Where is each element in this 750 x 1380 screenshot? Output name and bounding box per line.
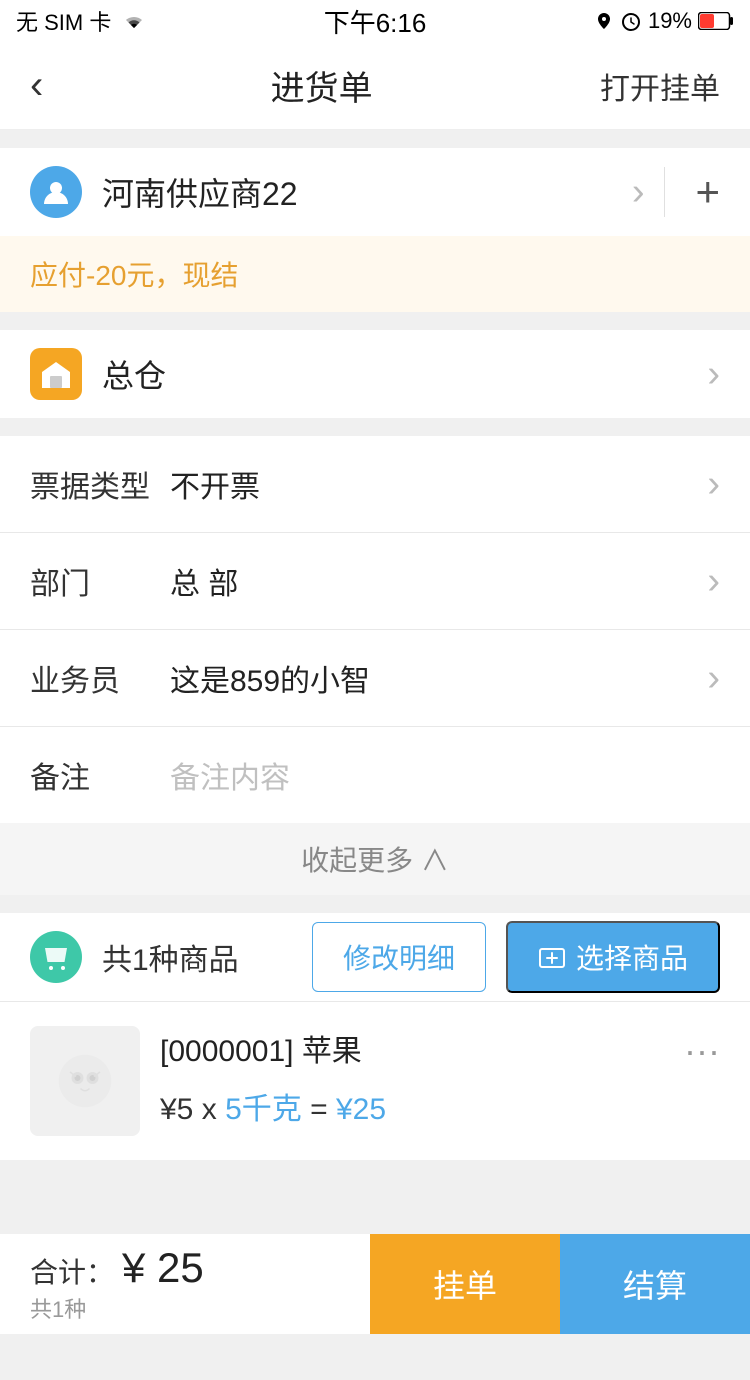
product-header: 共1种商品 修改明细 选择商品 xyxy=(0,913,750,1001)
battery-text: 19% xyxy=(648,8,692,34)
warehouse-name: 总仓 xyxy=(102,351,707,397)
product-code: [0000001] xyxy=(160,1035,293,1068)
warehouse-chevron-icon: › xyxy=(707,353,720,396)
remark-label: 备注 xyxy=(30,753,160,797)
total-line: 合计： ¥ 25 xyxy=(30,1244,340,1292)
warehouse-section: 总仓 › xyxy=(0,330,750,418)
invoice-type-row[interactable]: 票据类型 不开票 › xyxy=(0,436,750,532)
status-right: 19% xyxy=(594,8,734,34)
salesperson-label: 业务员 xyxy=(30,656,160,700)
back-button[interactable]: ‹ xyxy=(30,63,43,108)
department-label: 部门 xyxy=(30,559,160,603)
sep1 xyxy=(0,130,750,148)
divider xyxy=(664,167,665,217)
product-thumbnail xyxy=(30,1026,140,1136)
supplier-row[interactable]: 河南供应商22 › + xyxy=(0,148,750,236)
price-equals: = xyxy=(310,1093,336,1126)
total-label: 合计： xyxy=(30,1251,114,1291)
department-row[interactable]: 部门 总 部 › xyxy=(0,533,750,629)
sim-indicator: 无 SIM 卡 xyxy=(16,5,111,37)
price-times: x xyxy=(202,1093,225,1126)
bottom-bar: 合计： ¥ 25 共1种 挂单 结算 xyxy=(0,1234,750,1334)
department-chevron-icon: › xyxy=(707,560,720,603)
product-item: [0000001] 苹果 ¥5 x 5千克 = ¥25 ··· xyxy=(0,1002,750,1160)
total-amount: ¥ 25 xyxy=(122,1244,204,1292)
status-bar: 无 SIM 卡 下午6:16 19% xyxy=(0,0,750,42)
shopping-icon xyxy=(41,942,71,972)
department-value: 总 部 xyxy=(160,559,707,603)
person-icon xyxy=(40,176,72,208)
invoice-type-label: 票据类型 xyxy=(30,462,160,506)
owl-logo-icon xyxy=(55,1051,115,1111)
select-product-button[interactable]: 选择商品 xyxy=(506,921,720,993)
salesperson-row[interactable]: 业务员 这是859的小智 › xyxy=(0,630,750,726)
product-price-row: ¥5 x 5千克 = ¥25 xyxy=(160,1084,664,1128)
select-product-label: 选择商品 xyxy=(576,937,688,977)
open-hang-button[interactable]: 打开挂单 xyxy=(600,64,720,108)
warehouse-building-icon xyxy=(40,358,72,390)
invoice-chevron-icon: › xyxy=(707,463,720,506)
salesperson-value: 这是859的小智 xyxy=(160,656,707,700)
remark-input[interactable]: 备注内容 xyxy=(160,753,720,797)
product-section-icon xyxy=(30,931,82,983)
sep3 xyxy=(0,418,750,436)
product-name: [0000001] 苹果 xyxy=(160,1026,664,1070)
notice-bar: 应付-20元，现结 xyxy=(0,236,750,312)
supplier-chevron-icon: › xyxy=(632,171,645,214)
settle-button[interactable]: 结算 xyxy=(560,1234,750,1334)
remark-row[interactable]: 备注 备注内容 xyxy=(0,727,750,823)
warehouse-row[interactable]: 总仓 › xyxy=(0,330,750,418)
location-icon xyxy=(594,11,614,31)
bottom-total: 合计： ¥ 25 共1种 xyxy=(0,1244,370,1324)
total-count: 共1种 xyxy=(30,1292,340,1324)
hang-button[interactable]: 挂单 xyxy=(370,1234,560,1334)
product-more-button[interactable]: ··· xyxy=(684,1026,720,1136)
status-left: 无 SIM 卡 xyxy=(16,5,149,37)
page-title: 进货单 xyxy=(271,61,373,110)
warehouse-icon xyxy=(30,348,82,400)
battery-icon xyxy=(698,12,734,30)
salesperson-chevron-icon: › xyxy=(707,657,720,700)
nav-bar: ‹ 进货单 打开挂单 xyxy=(0,42,750,130)
wifi-icon xyxy=(119,10,149,32)
form-section: 票据类型 不开票 › 部门 总 部 › 业务员 这是859的小智 › 备注 备注… xyxy=(0,436,750,823)
status-time: 下午6:16 xyxy=(324,3,427,40)
product-info: [0000001] 苹果 ¥5 x 5千克 = ¥25 xyxy=(160,1026,664,1136)
product-unit-price: ¥5 xyxy=(160,1093,193,1126)
select-product-icon xyxy=(538,943,566,971)
collapse-row[interactable]: 收起更多 ∧ xyxy=(0,823,750,895)
product-count-text: 共1种商品 xyxy=(102,935,292,979)
add-supplier-button[interactable]: + xyxy=(695,168,720,216)
supplier-name: 河南供应商22 xyxy=(102,169,632,215)
edit-detail-button[interactable]: 修改明细 xyxy=(312,922,486,992)
sep4 xyxy=(0,895,750,913)
sep2 xyxy=(0,312,750,330)
supplier-avatar xyxy=(30,166,82,218)
product-total: ¥25 xyxy=(336,1093,386,1126)
product-quantity: 5千克 xyxy=(225,1093,302,1126)
invoice-type-value: 不开票 xyxy=(160,462,707,506)
product-title: 苹果 xyxy=(302,1035,362,1068)
supplier-section: 河南供应商22 › + 应付-20元，现结 xyxy=(0,148,750,312)
alarm-icon xyxy=(620,10,642,32)
